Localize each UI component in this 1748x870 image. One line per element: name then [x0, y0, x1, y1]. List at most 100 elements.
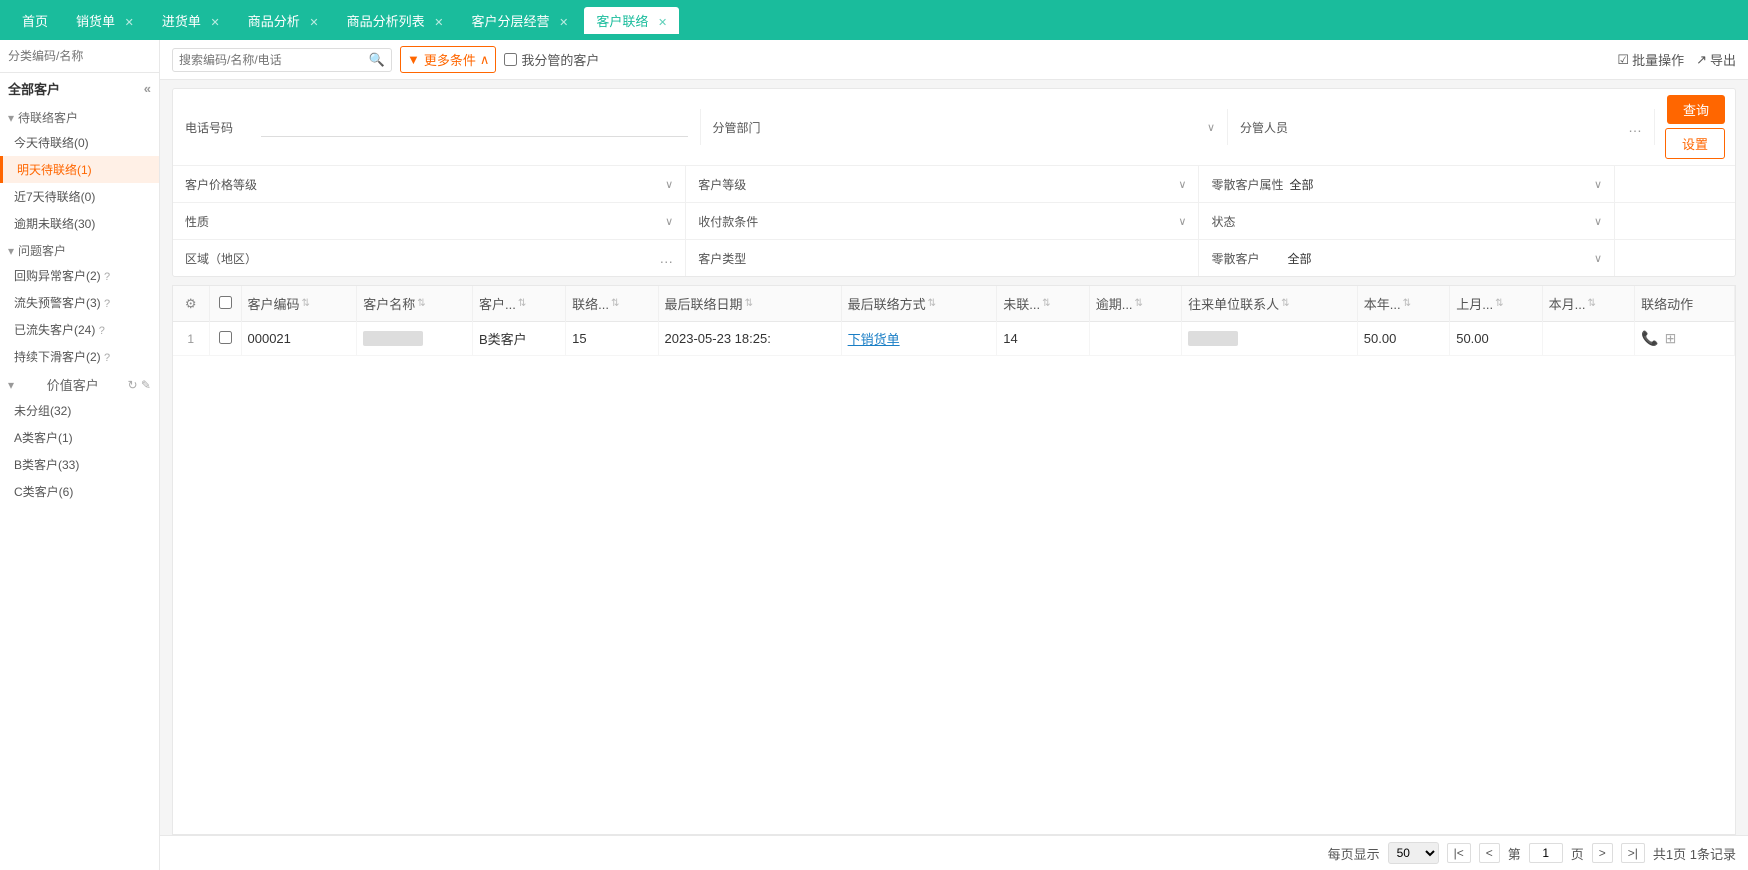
page-number-input[interactable] — [1529, 843, 1563, 863]
filter-row-4: 区域（地区） … 客户类型 零散客户 全部 ∨ — [173, 240, 1735, 276]
nav-sales-order[interactable]: 销货单 ✕ — [64, 7, 146, 34]
cell-idx: 1 — [173, 322, 209, 356]
dept-select[interactable]: ∨ — [789, 121, 1216, 134]
payment-select[interactable]: ∨ — [774, 215, 1186, 228]
filter-arrow-icon: ∧ — [480, 52, 490, 68]
th-unit-contact-label: 往来单位联系人 — [1188, 294, 1279, 313]
main-search-icon[interactable]: 🔍 — [369, 52, 385, 68]
section-value-customers[interactable]: 价值客户 ↻ ✎ — [0, 370, 159, 397]
th-last-contact-date[interactable]: 最后联络日期 ⇅ — [658, 286, 841, 322]
th-customer-type[interactable]: 客户... ⇅ — [472, 286, 565, 322]
retail-customer-label: 零散客户 — [1211, 250, 1281, 267]
cell-customer-type: B类客户 — [472, 322, 565, 356]
my-customers-label[interactable]: 我分管的客户 — [504, 50, 599, 69]
th-last-contact-method[interactable]: 最后联络方式 ⇅ — [841, 286, 997, 322]
sidebar-item-class-a[interactable]: A类客户(1) — [0, 424, 159, 451]
sidebar-item-declining[interactable]: 持续下滑客户(2) ? — [0, 343, 159, 370]
gear-icon[interactable]: ⚙ — [185, 296, 197, 311]
cell-last-contact-method[interactable]: 下销货单 — [841, 322, 997, 356]
my-customers-text: 我分管的客户 — [521, 50, 599, 69]
sidebar-item-churned[interactable]: 已流失客户(24) ? — [0, 316, 159, 343]
nav-product-analysis-list[interactable]: 商品分析列表 ✕ — [335, 7, 456, 34]
batch-op-btn[interactable]: ☑ 批量操作 — [1617, 50, 1684, 69]
nav-customer-contact[interactable]: 客户联络 ✕ — [584, 7, 679, 34]
status-select[interactable]: ∨ — [1287, 215, 1602, 228]
region-more-icon[interactable]: … — [659, 250, 673, 266]
th-this-month[interactable]: 本月... ⇅ — [1542, 286, 1634, 322]
th-checkbox[interactable] — [209, 286, 241, 322]
filter-nature: 性质 ∨ — [173, 203, 686, 239]
query-button[interactable]: 查询 — [1667, 95, 1725, 124]
more-filter-btn[interactable]: ▼ 更多条件 ∧ — [400, 46, 496, 73]
sidebar-item-tomorrow[interactable]: 明天待联络(1) — [0, 156, 159, 183]
sidebar-item-7days[interactable]: 近7天待联络(0) — [0, 183, 159, 210]
th-overdue[interactable]: 逾期... ⇅ — [1089, 286, 1181, 322]
contact-method-link[interactable]: 下销货单 — [848, 332, 900, 347]
sidebar-item-repurchase-abnormal[interactable]: 回购异常客户(2) ? — [0, 262, 159, 289]
main-search-input[interactable] — [179, 53, 365, 67]
retail-customer-select[interactable]: 全部 ∨ — [1287, 250, 1602, 267]
th-this-year[interactable]: 本年... ⇅ — [1357, 286, 1449, 322]
grid-action-icon[interactable]: ⊞ — [1665, 330, 1677, 347]
nav-product-analysis[interactable]: 商品分析 ✕ — [236, 7, 331, 34]
th-no-contact-days[interactable]: 未联... ⇅ — [997, 286, 1089, 322]
last-page-btn[interactable]: >| — [1621, 843, 1645, 863]
filter-row-1: 电话号码 分管部门 ∨ 分管人员 … 查询 设置 — [173, 89, 1735, 166]
person-more-icon[interactable]: … — [1628, 119, 1642, 135]
reset-button[interactable]: 设置 — [1665, 128, 1725, 159]
sidebar-item-class-c[interactable]: C类客户(6) — [0, 478, 159, 505]
collapse-icon[interactable]: « — [144, 81, 151, 96]
cell-unit-contact — [1182, 322, 1358, 356]
th-gear[interactable]: ⚙ — [173, 286, 209, 322]
nav-home[interactable]: 首页 — [10, 7, 60, 34]
prev-page-btn[interactable]: < — [1479, 843, 1500, 863]
customer-level-label: 客户等级 — [698, 176, 768, 193]
customer-table: ⚙ 客户编码 ⇅ 客户名称 — [172, 285, 1736, 835]
export-btn[interactable]: ↗ 导出 — [1696, 50, 1736, 69]
retail-attr-value: 全部 — [1289, 176, 1313, 193]
th-contact-count-label: 联络... — [572, 294, 609, 313]
sidebar-item-class-b[interactable]: B类客户(33) — [0, 451, 159, 478]
first-page-btn[interactable]: |< — [1447, 843, 1471, 863]
th-last-month[interactable]: 上月... ⇅ — [1450, 286, 1542, 322]
th-action: 联络动作 — [1635, 286, 1735, 322]
page-size-select[interactable]: 50 100 200 — [1388, 842, 1439, 864]
sidebar-search-input[interactable] — [8, 49, 160, 63]
price-level-select[interactable]: ∨ — [263, 178, 673, 191]
th-contact-count[interactable]: 联络... ⇅ — [566, 286, 658, 322]
close-product-analysis-icon[interactable]: ✕ — [309, 17, 318, 29]
my-customers-checkbox[interactable] — [504, 53, 517, 66]
close-sales-order-icon[interactable]: ✕ — [125, 17, 134, 29]
phone-input[interactable] — [261, 118, 688, 137]
page-label: 第 — [1508, 844, 1521, 863]
status-arrow-icon: ∨ — [1594, 215, 1602, 228]
th-unit-contact[interactable]: 往来单位联系人 ⇅ — [1182, 286, 1358, 322]
th-customer-code[interactable]: 客户编码 ⇅ — [241, 286, 357, 322]
nav-customer-segments[interactable]: 客户分层经营 ✕ — [459, 7, 580, 34]
filter-panel: 电话号码 分管部门 ∨ 分管人员 … 查询 设置 — [172, 88, 1736, 277]
sidebar-item-churn-warning[interactable]: 流失预警客户(3) ? — [0, 289, 159, 316]
next-page-btn[interactable]: > — [1592, 843, 1613, 863]
nature-select[interactable]: ∨ — [261, 215, 673, 228]
nav-purchase-order[interactable]: 进货单 ✕ — [150, 7, 232, 34]
sort-icon-name: ⇅ — [417, 298, 425, 309]
retail-attr-select[interactable]: 全部 ∨ — [1289, 176, 1602, 193]
sort-icon-overdue: ⇅ — [1135, 298, 1143, 309]
close-product-analysis-list-icon[interactable]: ✕ — [434, 17, 443, 29]
sidebar-item-today[interactable]: 今天待联络(0) — [0, 129, 159, 156]
filter-row-2: 客户价格等级 ∨ 客户等级 ∨ 零散客户属性 全部 — [173, 166, 1735, 203]
select-all-checkbox[interactable] — [219, 296, 232, 309]
sidebar-item-overdue[interactable]: 逾期未联络(30) — [0, 210, 159, 237]
row-checkbox[interactable] — [219, 331, 232, 344]
section-problem-customers[interactable]: 问题客户 — [0, 237, 159, 262]
close-customer-segments-icon[interactable]: ✕ — [559, 17, 568, 29]
all-customers-header[interactable]: 全部客户 « — [0, 73, 159, 104]
section-pending-contact[interactable]: 待联络客户 — [0, 104, 159, 129]
customer-level-select[interactable]: ∨ — [774, 178, 1186, 191]
close-customer-contact-icon[interactable]: ✕ — [658, 17, 667, 29]
th-customer-name[interactable]: 客户名称 ⇅ — [357, 286, 473, 322]
close-purchase-order-icon[interactable]: ✕ — [211, 17, 220, 29]
call-action-icon[interactable]: 📞 — [1641, 330, 1658, 347]
sidebar-item-ungrouped[interactable]: 未分组(32) — [0, 397, 159, 424]
cell-checkbox[interactable] — [209, 322, 241, 356]
